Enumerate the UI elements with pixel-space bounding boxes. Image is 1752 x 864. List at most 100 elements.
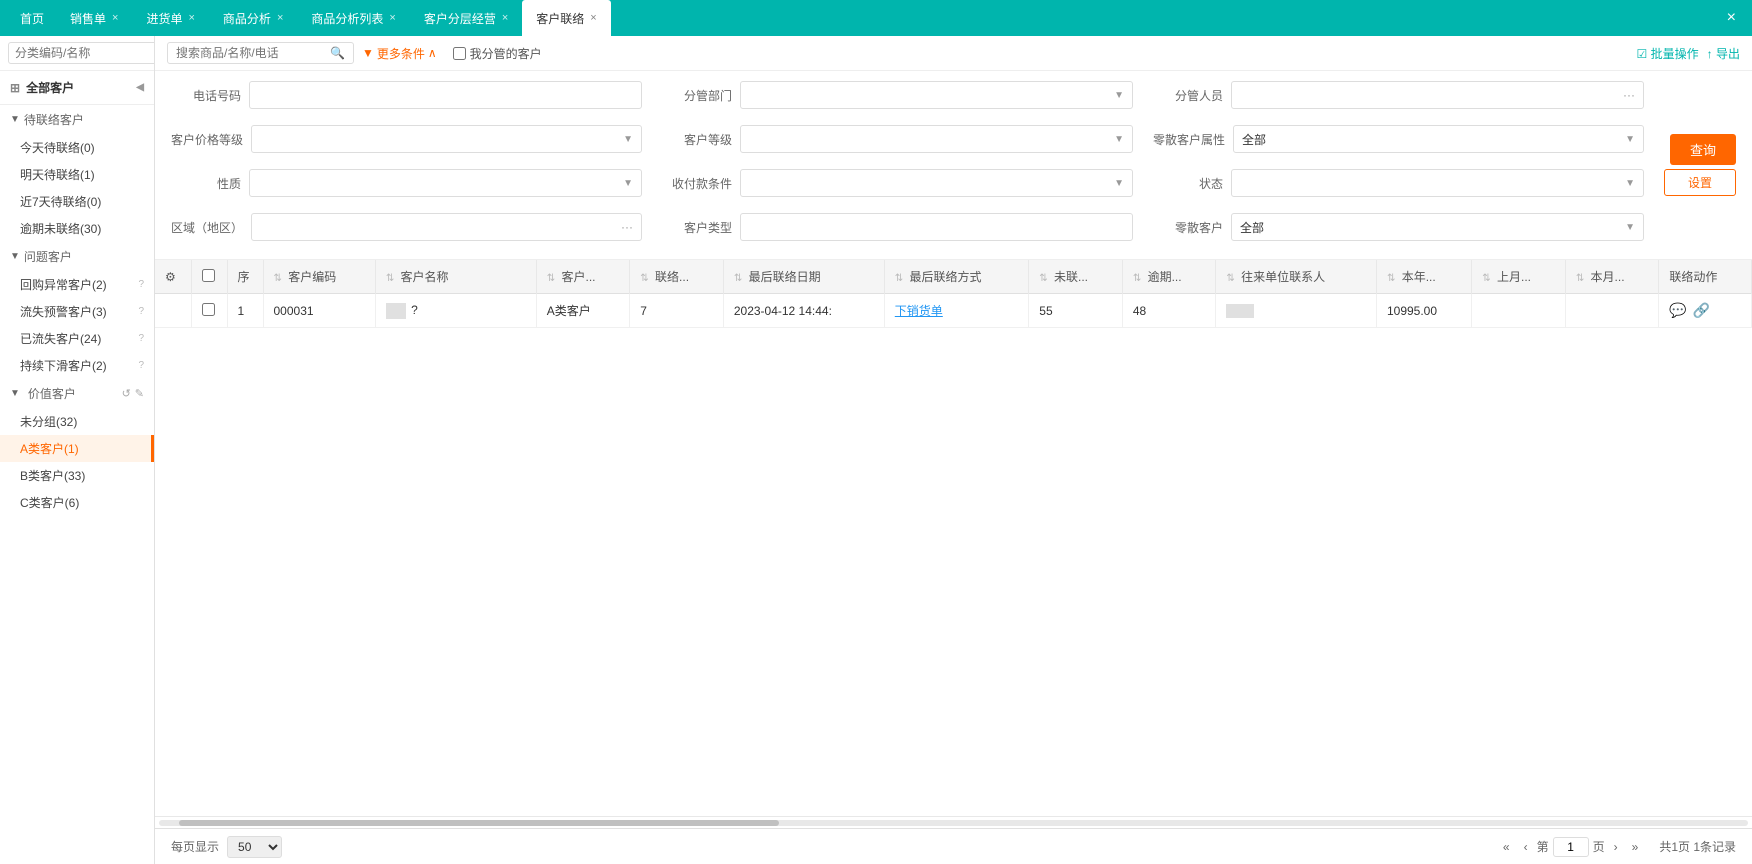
value-refresh-icon[interactable]: ↺ (122, 387, 131, 400)
sidebar-item-repurchase[interactable]: 回购异常客户(2) ? (0, 271, 154, 298)
select-all-checkbox[interactable] (202, 269, 215, 282)
value-edit-icon[interactable]: ✎ (135, 387, 144, 400)
sidebar-item-lost-label: 已流失客户(24) (20, 330, 101, 347)
sidebar-item-ungrouped[interactable]: 未分组(32) (0, 408, 154, 435)
query-button[interactable]: 查询 (1670, 134, 1736, 165)
th-overdue-days: ⇅ 逾期... (1122, 260, 1216, 294)
price-level-select[interactable]: ▼ (251, 125, 642, 153)
nav-tab-home[interactable]: 首页 (8, 0, 56, 36)
status-select[interactable]: ▼ (1231, 169, 1644, 197)
nav-tab-purchase-close[interactable]: × (188, 12, 194, 24)
td-index: 1 (227, 294, 263, 328)
nav-tab-analysis-close[interactable]: × (277, 12, 283, 24)
customer-table: ⚙ 序 ⇅ 客户编码 ⇅ (155, 260, 1752, 328)
last-page-button[interactable]: » (1627, 838, 1644, 856)
settings-button[interactable]: 设置 (1664, 169, 1736, 196)
sidebar-item-tomorrow-label: 明天待联络(1) (20, 166, 95, 183)
page-size-select[interactable]: 10 20 50 100 (227, 836, 282, 858)
prev-page-button[interactable]: ‹ (1519, 838, 1533, 856)
first-page-button[interactable]: « (1498, 838, 1515, 856)
sidebar-section-pending-header[interactable]: ▼ 待联络客户 (0, 105, 154, 134)
company-contact-sort-icon: ⇅ (1226, 273, 1234, 284)
sidebar: 🔍 ⊞ 全部客户 ◀ ▼ 待联络客户 今天待联络(0) 明天待联络(1) 近7天… (0, 36, 155, 864)
customer-level-select[interactable]: ▼ (740, 125, 1133, 153)
th-gear[interactable]: ⚙ (155, 260, 191, 294)
nav-tab-sales-close[interactable]: × (112, 12, 118, 24)
region-select[interactable]: ··· (251, 213, 642, 241)
dept-select[interactable]: ▼ (740, 81, 1133, 109)
sidebar-item-declining[interactable]: 持续下滑客户(2) ? (0, 352, 154, 379)
payment-select[interactable]: ▼ (740, 169, 1133, 197)
next-page-button[interactable]: › (1609, 838, 1623, 856)
sidebar-search-input[interactable] (8, 42, 155, 64)
sidebar-section-problem-header[interactable]: ▼ 问题客户 (0, 242, 154, 271)
customer-type-input[interactable] (740, 213, 1133, 241)
sidebar-item-c-class[interactable]: C类客户(6) (0, 489, 154, 516)
churn-help-icon[interactable]: ? (138, 306, 144, 317)
retail-attr-select[interactable]: 全部 ▼ (1233, 125, 1644, 153)
filter-search-input[interactable] (176, 46, 326, 60)
last-contact-method-link[interactable]: 下销货单 (895, 304, 943, 318)
lost-help-icon[interactable]: ? (138, 333, 144, 344)
td-this-month (1565, 294, 1659, 328)
sidebar-section-pending: ▼ 待联络客户 今天待联络(0) 明天待联络(1) 近7天待联络(0) 逾期未联… (0, 105, 154, 242)
td-gear (155, 294, 191, 328)
current-page-input[interactable] (1553, 837, 1589, 857)
sidebar-item-today[interactable]: 今天待联络(0) (0, 134, 154, 161)
close-all-button[interactable]: × (1719, 9, 1744, 27)
phone-input[interactable] (249, 81, 642, 109)
th-action: 联络动作 (1659, 260, 1752, 294)
th-this-year: ⇅ 本年... (1376, 260, 1471, 294)
nav-tab-customer-layer[interactable]: 客户分层经营 × (410, 0, 522, 36)
sidebar-item-a-class[interactable]: A类客户(1) (0, 435, 154, 462)
sidebar-item-churn-label: 流失预警客户(3) (20, 303, 107, 320)
export-button[interactable]: ↑ 导出 (1707, 45, 1740, 62)
pending-arrow-icon: ▼ (10, 114, 20, 125)
nav-tab-customer-contact[interactable]: 客户联络 × (522, 0, 610, 36)
sidebar-item-churn[interactable]: 流失预警客户(3) ? (0, 298, 154, 325)
customer-level-label: 客户等级 (662, 131, 732, 148)
sidebar-section-value-header[interactable]: ▼ 价值客户 ↺ ✎ (0, 379, 154, 408)
sidebar-collapse-icon[interactable]: ◀ (136, 82, 144, 93)
nav-tab-purchase[interactable]: 进货单 × (132, 0, 208, 36)
status-label: 状态 (1153, 175, 1223, 192)
nature-select[interactable]: ▼ (249, 169, 642, 197)
nav-tab-analysis-list[interactable]: 商品分析列表 × (297, 0, 409, 36)
action-message-icon[interactable]: 💬 (1669, 302, 1686, 319)
row-checkbox[interactable] (202, 303, 215, 316)
nav-tab-analysis-list-close[interactable]: × (389, 12, 395, 24)
dept-arrow-icon: ▼ (1114, 90, 1124, 101)
sidebar-item-week[interactable]: 近7天待联络(0) (0, 188, 154, 215)
td-last-contact-date: 2023-04-12 14:44: (723, 294, 884, 328)
nav-tab-analysis[interactable]: 商品分析 × (209, 0, 297, 36)
th-level-label: 客户... (561, 270, 595, 284)
nav-tab-customer-layer-close[interactable]: × (502, 12, 508, 24)
repurchase-help-icon[interactable]: ? (138, 279, 144, 290)
gear-icon[interactable]: ⚙ (165, 270, 176, 284)
filter-search-icon[interactable]: 🔍 (330, 46, 345, 60)
manager-input[interactable]: ··· (1231, 81, 1644, 109)
filter-more-button[interactable]: ▼ 更多条件 ∧ (362, 45, 437, 62)
th-last-month: ⇅ 上月... (1472, 260, 1566, 294)
nav-tab-sales[interactable]: 销售单 × (56, 0, 132, 36)
phone-field: 电话号码 (171, 81, 662, 109)
horizontal-scrollbar[interactable] (155, 816, 1752, 828)
action-link-icon[interactable]: 🔗 (1693, 302, 1710, 319)
nav-tab-customer-contact-close[interactable]: × (590, 12, 596, 24)
customer-name: ? (411, 303, 418, 317)
batch-op-button[interactable]: ☑ 批量操作 (1637, 45, 1699, 62)
my-customers-checkbox[interactable] (453, 47, 466, 60)
action-icons: 💬 🔗 (1669, 302, 1741, 319)
sidebar-item-lost[interactable]: 已流失客户(24) ? (0, 325, 154, 352)
th-name-label: 客户名称 (401, 270, 449, 284)
retail-attr-value: 全部 (1242, 131, 1266, 148)
retail-attr-label: 零散客户属性 (1153, 131, 1225, 148)
sidebar-all-customers[interactable]: ⊞ 全部客户 ◀ (0, 71, 154, 105)
retail-select[interactable]: 全部 ▼ (1231, 213, 1644, 241)
sidebar-item-tomorrow[interactable]: 明天待联络(1) (0, 161, 154, 188)
th-checkbox (191, 260, 227, 294)
scrollbar-thumb[interactable] (179, 820, 779, 826)
declining-help-icon[interactable]: ? (138, 360, 144, 371)
sidebar-item-overdue[interactable]: 逾期未联络(30) (0, 215, 154, 242)
sidebar-item-b-class[interactable]: B类客户(33) (0, 462, 154, 489)
